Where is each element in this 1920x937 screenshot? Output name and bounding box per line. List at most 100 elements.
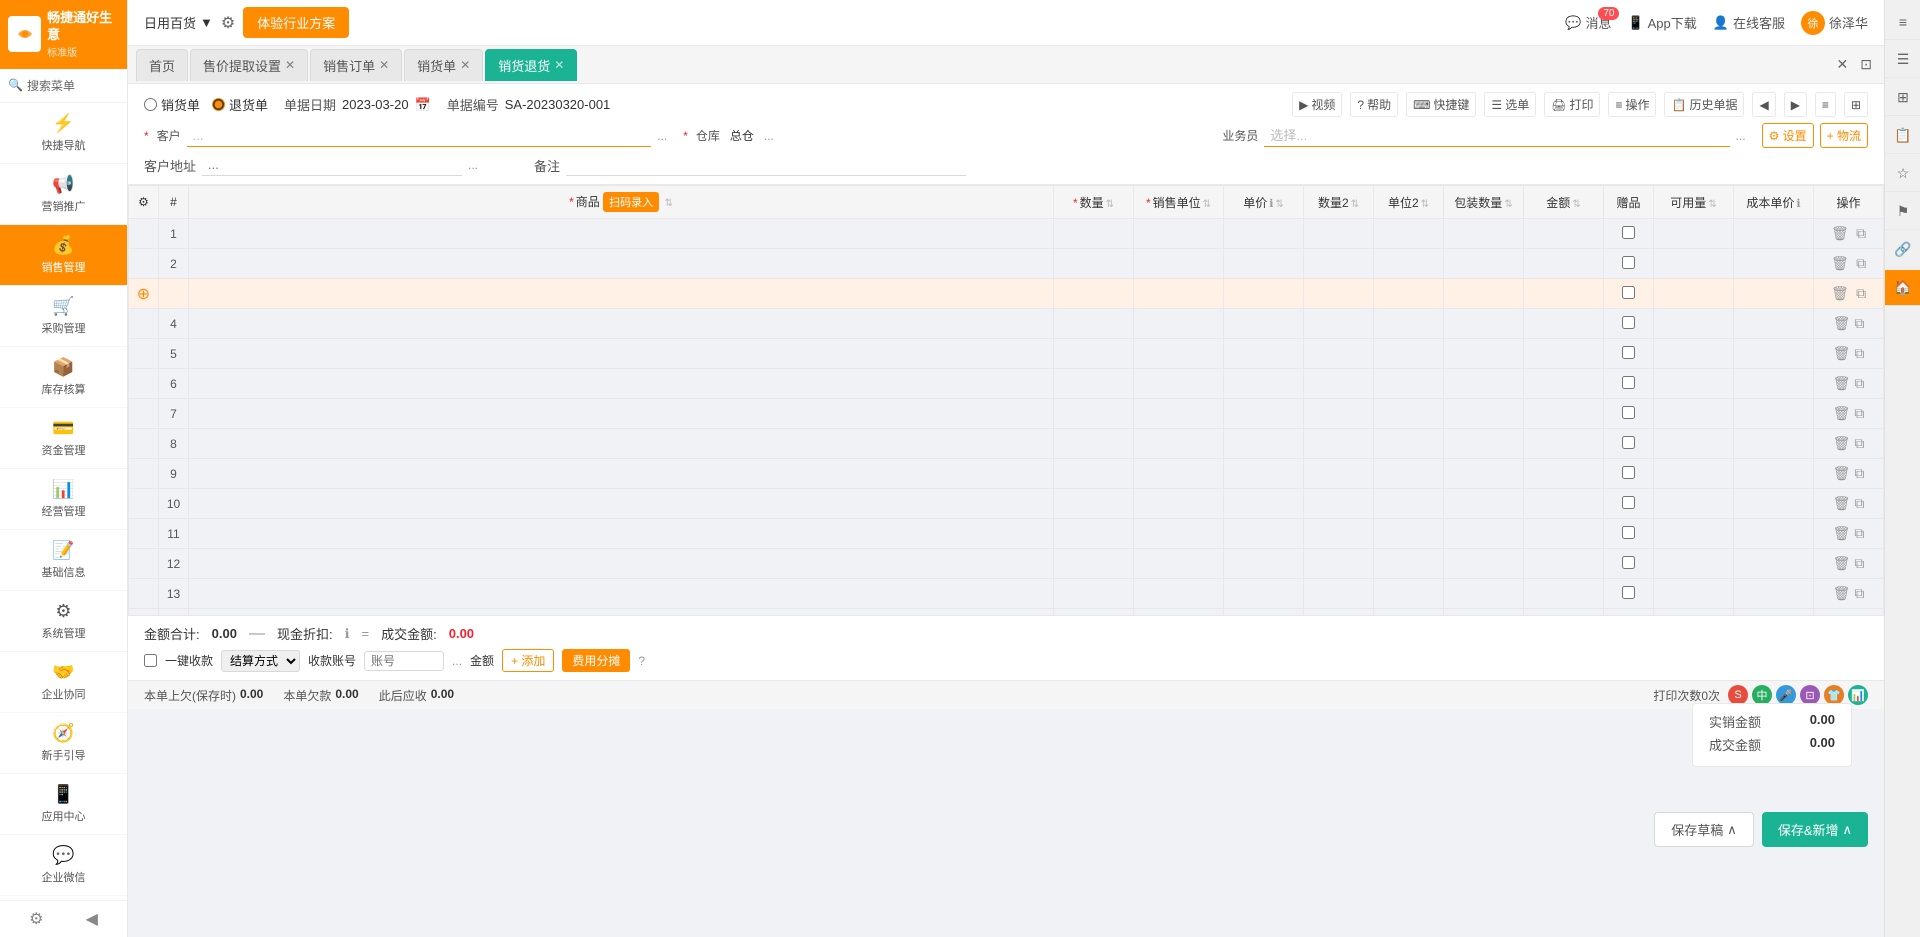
radio-return[interactable]: 退货单 bbox=[212, 95, 268, 114]
add-row-qty2[interactable] bbox=[1304, 279, 1374, 309]
col-settings[interactable]: ⚙ bbox=[129, 186, 159, 219]
row-11-delete[interactable]: 🗑 bbox=[1833, 525, 1851, 541]
save-draft-button[interactable]: 保存草稿 ∧ bbox=[1654, 812, 1754, 847]
add-product-input[interactable] bbox=[193, 286, 1049, 301]
add-payment-btn[interactable]: + 添加 bbox=[502, 649, 554, 672]
tab-sales[interactable]: 销货单 ✕ bbox=[404, 49, 483, 81]
right-icon-7[interactable]: 🔗 bbox=[1885, 232, 1920, 268]
sidebar-item-quick-nav[interactable]: ⚡ 快捷导航 bbox=[0, 103, 127, 164]
close-tab-btn[interactable]: ✕ bbox=[1833, 54, 1853, 75]
grid-view-btn[interactable]: ⊞ bbox=[1844, 92, 1868, 117]
row-6-copy[interactable]: ⧉ bbox=[1854, 375, 1864, 391]
settings-bottom-icon[interactable]: ⚙ bbox=[29, 909, 43, 929]
prev-btn[interactable]: ◀ bbox=[1752, 92, 1775, 117]
row-10-copy[interactable]: ⧉ bbox=[1854, 495, 1864, 511]
sidebar-item-system[interactable]: ⚙ 系统管理 bbox=[0, 591, 127, 652]
sidebar-item-finance[interactable]: 💳 资金管理 bbox=[0, 408, 127, 469]
radio-sale-input[interactable] bbox=[144, 98, 157, 111]
row-2-product[interactable] bbox=[189, 249, 1054, 279]
settlement-select[interactable]: 结算方式 bbox=[221, 650, 300, 672]
sidebar-item-app-center[interactable]: 📱 应用中心 bbox=[0, 774, 127, 835]
radio-sale[interactable]: 销货单 bbox=[144, 95, 200, 114]
row-2-unit[interactable] bbox=[1134, 249, 1224, 279]
icon-zh[interactable]: 中 bbox=[1752, 685, 1772, 705]
add-row-icon[interactable]: ⊕ bbox=[137, 286, 150, 303]
operate-btn[interactable]: ≡ 操作 bbox=[1608, 92, 1656, 117]
search-menu[interactable]: 🔍 搜索菜单 bbox=[0, 69, 127, 103]
row-2-cost[interactable] bbox=[1734, 249, 1814, 279]
select-btn[interactable]: ☰ 选单 bbox=[1484, 92, 1536, 117]
address-dots[interactable]: ... bbox=[468, 158, 478, 172]
video-btn[interactable]: ▶ 视频 bbox=[1292, 92, 1342, 117]
row-1-copy[interactable]: ⧉ bbox=[1856, 225, 1866, 241]
row-1-pkg[interactable] bbox=[1444, 219, 1524, 249]
right-icon-1[interactable]: ≡ bbox=[1885, 4, 1920, 40]
row-13-copy[interactable]: ⧉ bbox=[1854, 585, 1864, 601]
right-icon-8[interactable]: 🏠 bbox=[1885, 270, 1920, 306]
right-icon-4[interactable]: 📋 bbox=[1885, 118, 1920, 154]
row-5-copy[interactable]: ⧉ bbox=[1854, 345, 1864, 361]
sidebar-item-sales[interactable]: 💰 销售管理 bbox=[0, 225, 127, 286]
online-service-button[interactable]: 👤 在线客服 bbox=[1713, 13, 1785, 32]
add-row-icon-cell[interactable]: ⊕ bbox=[129, 279, 159, 309]
add-row-product[interactable] bbox=[189, 279, 1054, 309]
try-plan-button[interactable]: 体验行业方案 bbox=[243, 7, 349, 38]
staff-dots[interactable]: ... bbox=[1736, 129, 1746, 143]
customer-input[interactable] bbox=[187, 125, 651, 147]
customer-dots[interactable]: ... bbox=[657, 129, 667, 143]
next-btn[interactable]: ▶ bbox=[1784, 92, 1807, 117]
shortcuts-btn[interactable]: ⌨ 快捷键 bbox=[1406, 92, 1476, 117]
row-8-delete[interactable]: 🗑 bbox=[1833, 435, 1851, 451]
split-btn[interactable]: 费用分摊 bbox=[562, 649, 630, 672]
right-icon-5[interactable]: ☆ bbox=[1885, 156, 1920, 192]
right-icon-6[interactable]: ⚑ bbox=[1885, 194, 1920, 230]
row-2-available[interactable] bbox=[1654, 249, 1734, 279]
sidebar-item-guide[interactable]: 🧭 新手引导 bbox=[0, 713, 127, 774]
row-12-delete[interactable]: 🗑 bbox=[1833, 555, 1851, 571]
row-12-copy[interactable]: ⧉ bbox=[1854, 555, 1864, 571]
row-13-delete[interactable]: 🗑 bbox=[1833, 585, 1851, 601]
row-1-cost[interactable] bbox=[1734, 219, 1814, 249]
split-help-icon[interactable]: ? bbox=[638, 654, 645, 668]
row-1-qty[interactable] bbox=[1054, 219, 1134, 249]
icon-chart[interactable]: 📊 bbox=[1848, 685, 1868, 705]
radio-return-input[interactable] bbox=[212, 98, 225, 111]
row-2-qty[interactable] bbox=[1054, 249, 1134, 279]
product-sort[interactable]: ⇅ bbox=[664, 198, 672, 209]
icon-shirt[interactable]: 👕 bbox=[1824, 685, 1844, 705]
help-btn[interactable]: ? 帮助 bbox=[1350, 92, 1398, 117]
sidebar-item-inventory[interactable]: 📦 库存核算 bbox=[0, 347, 127, 408]
row-1-product[interactable] bbox=[189, 219, 1054, 249]
date-value[interactable]: 2023-03-20 bbox=[342, 97, 409, 112]
add-row-delete[interactable]: 🗑 bbox=[1831, 285, 1849, 301]
notes-input[interactable] bbox=[566, 154, 966, 176]
row-1-unit2[interactable] bbox=[1374, 219, 1444, 249]
row-7-copy[interactable]: ⧉ bbox=[1854, 405, 1864, 421]
sidebar-item-basic-info[interactable]: 📝 基础信息 bbox=[0, 530, 127, 591]
daily-selector[interactable]: 日用百货 ▼ bbox=[144, 13, 213, 32]
row-7-delete[interactable]: 🗑 bbox=[1833, 405, 1851, 421]
row-2-pkg[interactable] bbox=[1444, 249, 1524, 279]
row-4-copy[interactable]: ⧉ bbox=[1854, 315, 1864, 331]
row-2-amount[interactable] bbox=[1524, 249, 1604, 279]
row-2-delete[interactable]: 🗑 bbox=[1831, 255, 1849, 271]
icon-screen[interactable]: ⊡ bbox=[1800, 685, 1820, 705]
row-1-gift[interactable] bbox=[1604, 219, 1654, 249]
print-btn[interactable]: 🖨 打印 bbox=[1544, 92, 1600, 117]
add-row-available[interactable] bbox=[1654, 279, 1734, 309]
row-1-amount[interactable] bbox=[1524, 219, 1604, 249]
row-1-unit[interactable] bbox=[1134, 219, 1224, 249]
row-6-delete[interactable]: 🗑 bbox=[1833, 375, 1851, 391]
row-2-unit2[interactable] bbox=[1374, 249, 1444, 279]
tab-return-close[interactable]: ✕ bbox=[554, 58, 564, 72]
list-view-btn[interactable]: ≡ bbox=[1815, 92, 1836, 117]
warehouse-dots[interactable]: ... bbox=[764, 129, 774, 143]
row-10-delete[interactable]: 🗑 bbox=[1833, 495, 1851, 511]
app-logo[interactable]: 畅捷通好生意 标准版 bbox=[0, 0, 127, 69]
address-input[interactable] bbox=[202, 154, 462, 176]
account-dots[interactable]: ... bbox=[452, 654, 462, 668]
staff-input[interactable] bbox=[1264, 125, 1729, 147]
row-11-copy[interactable]: ⧉ bbox=[1854, 525, 1864, 541]
sidebar-item-enterprise[interactable]: 🤝 企业协同 bbox=[0, 652, 127, 713]
one-click-payment-checkbox[interactable] bbox=[144, 654, 157, 667]
